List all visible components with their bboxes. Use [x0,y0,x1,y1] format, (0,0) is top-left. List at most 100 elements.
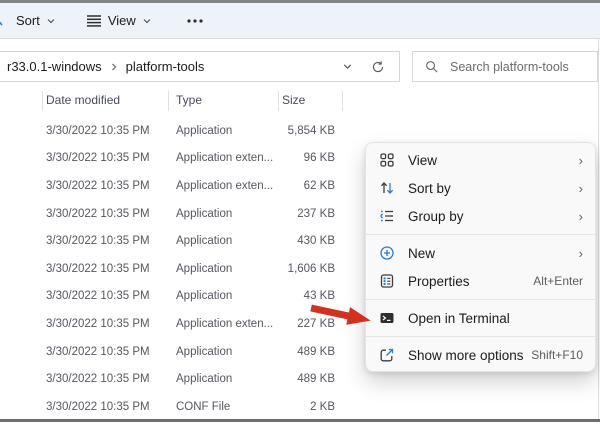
view-button[interactable]: View [78,7,160,35]
file-size: 96 KB [276,152,335,164]
file-list: 3/30/2022 10:35 PMApplication5,854 KB3/3… [0,117,360,421]
chevron-right-icon [109,62,119,72]
menu-item-label: Show more options [408,348,531,363]
chevron-down-icon [46,16,56,26]
file-row[interactable]: 3/30/2022 10:35 PMApplication43 KB [0,283,360,311]
menu-item-group-by[interactable]: Group by› [366,202,595,230]
file-type: Application [176,235,276,247]
address-bar[interactable]: r33.0.1-windows platform-tools [0,51,400,82]
menu-item-shortcut: Alt+Enter [533,274,583,288]
file-date: 3/30/2022 10:35 PM [0,208,176,220]
file-row[interactable]: 3/30/2022 10:35 PMApplication exten...96… [0,145,360,173]
file-size: 2 KB [276,401,335,413]
breadcrumb-segment[interactable]: r33.0.1-windows [3,59,106,74]
refresh-icon[interactable] [371,60,385,74]
chevron-right-icon: › [579,210,583,223]
details-view-icon [86,14,102,28]
group-by-icon [378,208,396,224]
column-header-size[interactable]: Size [282,93,305,107]
search-box[interactable] [412,51,598,82]
file-row[interactable]: 3/30/2022 10:35 PMApplication237 KB [0,200,360,228]
address-dropdown-icon[interactable] [342,61,353,72]
chevron-right-icon: › [579,247,583,260]
file-type: Application [176,373,276,385]
window-right-border [598,3,599,419]
file-size: 1,606 KB [276,263,335,275]
file-type: Application [176,290,276,302]
sort-button[interactable]: Sort [8,7,64,35]
file-size: 430 KB [276,235,335,247]
menu-item-view[interactable]: View› [366,146,595,174]
menu-item-label: Group by [408,209,579,224]
file-date: 3/30/2022 10:35 PM [0,152,176,164]
file-type: Application [176,125,276,137]
file-explorer-window: Sort View r33.0.1-windows [0,0,600,425]
file-date: 3/30/2022 10:35 PM [0,290,176,302]
menu-item-label: Sort by [408,181,579,196]
file-date: 3/30/2022 10:35 PM [0,235,176,247]
menu-item-sort-by[interactable]: Sort by› [366,174,595,202]
show-more-icon [378,347,396,363]
chevron-right-icon: › [579,154,583,167]
menu-item-properties[interactable]: PropertiesAlt+Enter [366,267,595,295]
chevron-right-icon: › [579,182,583,195]
menu-item-label: Properties [408,274,533,289]
file-date: 3/30/2022 10:35 PM [0,373,176,385]
search-icon [425,60,438,73]
chevron-down-icon [142,16,152,26]
column-header-type[interactable]: Type [176,93,202,107]
file-row[interactable]: 3/30/2022 10:35 PMCONF File2 KB [0,393,360,421]
menu-item-label: View [408,153,579,168]
view-grid-icon [378,152,396,168]
file-date: 3/30/2022 10:35 PM [0,401,176,413]
file-date: 3/30/2022 10:35 PM [0,318,176,330]
file-type: Application [176,346,276,358]
menu-item-label: Open in Terminal [408,311,583,326]
file-row[interactable]: 3/30/2022 10:35 PMApplication430 KB [0,227,360,255]
see-more-button[interactable] [178,7,212,35]
terminal-icon [378,310,396,326]
sort-button-label: Sort [16,13,40,28]
file-type: Application exten... [176,152,276,164]
file-size: 489 KB [276,346,335,358]
file-size: 5,854 KB [276,125,335,137]
file-size: 489 KB [276,373,335,385]
file-row[interactable]: 3/30/2022 10:35 PMApplication exten...62… [0,172,360,200]
file-date: 3/30/2022 10:35 PM [0,263,176,275]
context-menu: View› Sort by› Group by› New› Properties… [365,142,596,372]
file-type: Application exten... [176,180,276,192]
file-list-header: Date modified Type Size [0,90,360,114]
file-row[interactable]: 3/30/2022 10:35 PMApplication5,854 KB [0,117,360,145]
file-type: Application exten... [176,318,276,330]
file-type: Application [176,263,276,275]
properties-icon [378,273,396,289]
file-size: 227 KB [276,318,335,330]
sort-icon [378,180,396,196]
file-size: 43 KB [276,290,335,302]
file-row[interactable]: 3/30/2022 10:35 PMApplication exten...22… [0,310,360,338]
file-row[interactable]: 3/30/2022 10:35 PMApplication489 KB [0,338,360,366]
breadcrumb-segment[interactable]: platform-tools [122,59,209,74]
menu-item-show-more-options[interactable]: Show more optionsShift+F10 [366,341,595,369]
menu-item-open-in-terminal[interactable]: Open in Terminal [366,304,595,332]
file-size: 237 KB [276,208,335,220]
menu-item-new[interactable]: New› [366,239,595,267]
column-separator[interactable] [168,91,169,111]
file-type: Application [176,208,276,220]
clipped-sort-icon [0,17,5,27]
file-row[interactable]: 3/30/2022 10:35 PMApplication489 KB [0,365,360,393]
file-date: 3/30/2022 10:35 PM [0,180,176,192]
column-separator[interactable] [42,91,43,111]
menu-separator [366,336,595,337]
file-date: 3/30/2022 10:35 PM [0,346,176,358]
menu-separator [366,234,595,235]
file-date: 3/30/2022 10:35 PM [0,125,176,137]
search-input[interactable] [448,59,597,75]
column-header-date-modified[interactable]: Date modified [46,93,120,107]
column-separator[interactable] [278,91,279,111]
file-row[interactable]: 3/30/2022 10:35 PMApplication1,606 KB [0,255,360,283]
column-separator[interactable] [342,91,343,111]
file-size: 62 KB [276,180,335,192]
new-plus-icon [378,245,396,261]
command-toolbar: Sort View [0,3,600,39]
